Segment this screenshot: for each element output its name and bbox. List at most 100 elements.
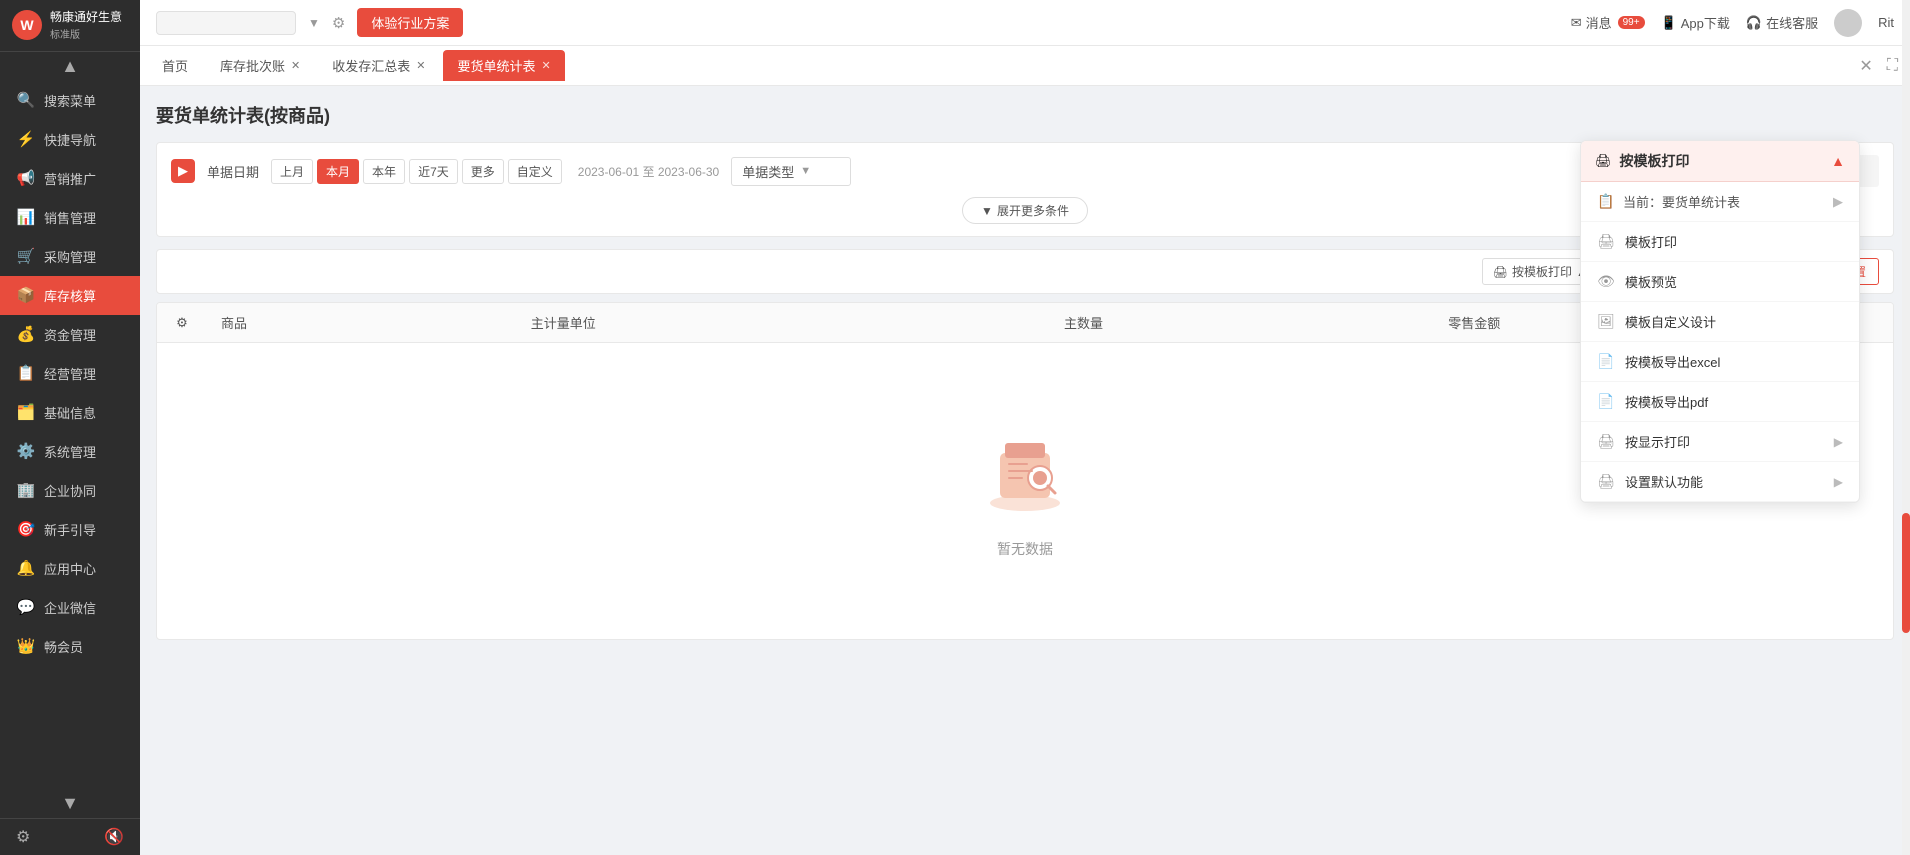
dropdown-section: 🖨按显示打印▶🖨设置默认功能▶ bbox=[1581, 422, 1859, 502]
tab-label-batch-account: 库存批次账 bbox=[220, 56, 285, 75]
avatar[interactable] bbox=[1834, 9, 1862, 37]
search-input[interactable] bbox=[156, 11, 296, 35]
close-tab-btn[interactable]: ✕ bbox=[1855, 52, 1876, 80]
sidebar-label-search: 搜索菜单 bbox=[44, 91, 96, 110]
order-type-label: 单据类型 bbox=[742, 162, 794, 181]
sidebar-label-app-center: 应用中心 bbox=[44, 559, 96, 578]
app-badge: 标准版 bbox=[50, 26, 122, 41]
dropdown-section-set-default[interactable]: 🖨设置默认功能▶ bbox=[1581, 462, 1859, 502]
dropdown-current: 📋 当前：要货单统计表 ▶ bbox=[1581, 182, 1859, 222]
dropdown-section-icon-set-default: 🖨 bbox=[1597, 473, 1615, 490]
print-dropdown: 🖨 按模板打印 ▲ 📋 当前：要货单统计表 ▶ 🖨 模板打印 👁模板预览🖼模板自定义… bbox=[1580, 140, 1860, 503]
dropdown-section-arrow-display-print: ▶ bbox=[1834, 435, 1843, 449]
tab-close-batch-account[interactable]: ✕ bbox=[291, 59, 300, 72]
trial-btn[interactable]: 体验行业方案 bbox=[357, 8, 463, 37]
empty-text: 暂无数据 bbox=[997, 539, 1053, 559]
sidebar-item-app-center[interactable]: 🔔 应用中心 bbox=[0, 549, 140, 588]
sidebar-item-inventory[interactable]: 📦库存核算 bbox=[0, 276, 140, 315]
online-service-item[interactable]: 🎧 在线客服 bbox=[1746, 13, 1818, 32]
current-label: 当前：要货单统计表 bbox=[1623, 192, 1740, 211]
sidebar-item-operations[interactable]: 📋经营管理 bbox=[0, 354, 140, 393]
dropdown-item-icon-template-print: 🖨 bbox=[1597, 233, 1615, 250]
dropdown-item-template-custom[interactable]: 🖼模板自定义设计 bbox=[1581, 302, 1859, 342]
sidebar-label-sales: 销售管理 bbox=[44, 208, 96, 227]
dropdown-item-label-template-preview: 模板预览 bbox=[1625, 272, 1677, 291]
app-download-item[interactable]: 📱 App下载 bbox=[1661, 13, 1730, 32]
sidebar-label-system: 系统管理 bbox=[44, 442, 96, 461]
tab-home[interactable]: 首页 bbox=[148, 50, 202, 81]
dropdown-section-label-display-print: 按显示打印 bbox=[1625, 432, 1690, 451]
fullscreen-btn[interactable]: ⛶ bbox=[1883, 52, 1902, 80]
date-btn-4[interactable]: 更多 bbox=[462, 159, 504, 184]
col-header-0[interactable]: ⚙ bbox=[157, 303, 207, 343]
sidebar-icon-basic: 🗂️ bbox=[16, 403, 36, 421]
order-type-chevron-icon: ▼ bbox=[800, 165, 811, 177]
sidebar-icon-app-center: 🔔 bbox=[16, 559, 36, 577]
expand-more-btn[interactable]: ▼ 展开更多条件 bbox=[962, 197, 1088, 224]
right-scrollbar[interactable] bbox=[1902, 0, 1910, 855]
sidebar-item-wechat[interactable]: 💬企业微信 bbox=[0, 588, 140, 627]
dropdown-title: 按模板打印 bbox=[1620, 151, 1690, 171]
audio-bottom-icon[interactable]: 🔇 bbox=[104, 827, 124, 847]
sidebar-item-system[interactable]: ⚙️系统管理 bbox=[0, 432, 140, 471]
date-btn-2[interactable]: 本年 bbox=[363, 159, 405, 184]
dropdown-item-label-template-print: 模板打印 bbox=[1625, 232, 1677, 251]
tabs-bar: 首页库存批次账✕收发存汇总表✕要货单统计表✕ ✕ ⛶ bbox=[140, 46, 1910, 86]
page-title: 要货单统计表(按商品) bbox=[156, 102, 1894, 128]
scroll-up-btn[interactable]: ▲ bbox=[0, 52, 140, 81]
sidebar-item-member[interactable]: 👑畅会员 bbox=[0, 627, 140, 666]
settings-bottom-icon[interactable]: ⚙ bbox=[16, 827, 30, 847]
date-filter-label: 单据日期 bbox=[207, 162, 259, 181]
app-icon: 📱 bbox=[1661, 15, 1677, 31]
sidebar-item-marketing[interactable]: 📢营销推广 bbox=[0, 159, 140, 198]
tab-close-receipt-summary[interactable]: ✕ bbox=[416, 59, 425, 72]
sidebar-item-purchase[interactable]: 🛒 采购管理 bbox=[0, 237, 140, 276]
sidebar-label-basic: 基础信息 bbox=[44, 403, 96, 422]
sidebar-item-enterprise[interactable]: 🏢企业协同 bbox=[0, 471, 140, 510]
dropdown-section-display-print[interactable]: 🖨按显示打印▶ bbox=[1581, 422, 1859, 462]
filter-expand-btn[interactable]: ▶ bbox=[171, 159, 195, 183]
date-btn-3[interactable]: 近7天 bbox=[409, 159, 458, 184]
dropdown-close-arrow[interactable]: ▲ bbox=[1831, 153, 1845, 169]
tab-label-receipt-summary: 收发存汇总表 bbox=[332, 56, 410, 75]
sidebar-item-newbie[interactable]: 🎯新手引导 bbox=[0, 510, 140, 549]
sidebar-item-search[interactable]: 🔍搜索菜单 bbox=[0, 81, 140, 120]
dropdown-item-template-excel[interactable]: 📄按模板导出excel bbox=[1581, 342, 1859, 382]
dropdown-item-icon-template-excel: 📄 bbox=[1597, 353, 1615, 370]
dropdown-section-label-set-default: 设置默认功能 bbox=[1625, 472, 1703, 491]
scroll-down-btn[interactable]: ▼ bbox=[0, 789, 140, 818]
tab-batch-account[interactable]: 库存批次账 ✕ bbox=[206, 50, 314, 81]
sidebar-item-finance[interactable]: 💰资金管理 bbox=[0, 315, 140, 354]
messages-item[interactable]: ✉ 消息 99+ bbox=[1571, 13, 1645, 32]
dropdown-item-template-pdf[interactable]: 📄按模板导出pdf bbox=[1581, 382, 1859, 422]
col-header-3: 主数量 bbox=[1050, 303, 1434, 343]
sidebar-bottom: ⚙ 🔇 bbox=[0, 818, 140, 855]
sidebar-item-quick-nav[interactable]: ⚡快捷导航 bbox=[0, 120, 140, 159]
tabs-container: 首页库存批次账✕收发存汇总表✕要货单统计表✕ bbox=[148, 50, 565, 81]
tab-order-summary[interactable]: 要货单统计表✕ bbox=[443, 50, 564, 81]
topbar-gear-icon[interactable]: ⚙ bbox=[332, 14, 345, 32]
sidebar-label-quick-nav: 快捷导航 bbox=[44, 130, 96, 149]
sidebar-icon-inventory: 📦 bbox=[16, 286, 36, 304]
dropdown-item-template-print[interactable]: 🖨 模板打印 bbox=[1581, 222, 1859, 262]
scrollbar-thumb bbox=[1902, 513, 1910, 633]
sidebar-item-basic[interactable]: 🗂️ 基础信息 bbox=[0, 393, 140, 432]
date-btn-5[interactable]: 自定义 bbox=[508, 159, 562, 184]
sidebar-icon-purchase: 🛒 bbox=[16, 247, 36, 265]
sidebar-label-enterprise: 企业协同 bbox=[44, 481, 96, 500]
sidebar-icon-member: 👑 bbox=[16, 637, 36, 655]
tab-close-order-summary[interactable]: ✕ bbox=[542, 59, 551, 72]
date-btn-1[interactable]: 本月 bbox=[317, 159, 359, 184]
sidebar-label-marketing: 营销推广 bbox=[44, 169, 96, 188]
order-type-select[interactable]: 单据类型 ▼ bbox=[731, 157, 851, 186]
dropdown-item-icon-template-pdf: 📄 bbox=[1597, 393, 1615, 410]
date-range: 2023-06-01 至 2023-06-30 bbox=[578, 163, 719, 180]
date-btn-0[interactable]: 上月 bbox=[271, 159, 313, 184]
dropdown-item-template-preview[interactable]: 👁模板预览 bbox=[1581, 262, 1859, 302]
sidebar-label-purchase: 采购管理 bbox=[44, 247, 96, 266]
sidebar-item-sales[interactable]: 📊销售管理 bbox=[0, 198, 140, 237]
sidebar-label-operations: 经营管理 bbox=[44, 364, 96, 383]
topbar-right: ✉ 消息 99+ 📱 App下载 🎧 在线客服 Rit bbox=[1571, 9, 1894, 37]
search-chevron-icon[interactable]: ▼ bbox=[308, 16, 320, 30]
tab-receipt-summary[interactable]: 收发存汇总表 ✕ bbox=[318, 50, 439, 81]
